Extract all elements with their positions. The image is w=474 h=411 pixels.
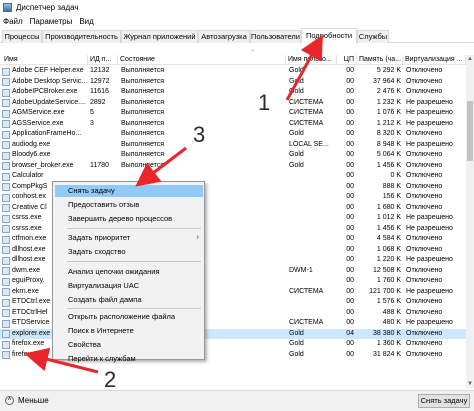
annotation-label-3: 3 xyxy=(193,122,206,147)
annotation-arrow-1 xyxy=(285,34,323,101)
annotation-label-2: 2 xyxy=(104,367,117,392)
annotation-arrow-2 xyxy=(24,347,99,374)
annotation-arrow-3 xyxy=(135,146,187,187)
annotation-overlay xyxy=(24,34,323,374)
annotation-label-1: 1 xyxy=(258,90,271,115)
